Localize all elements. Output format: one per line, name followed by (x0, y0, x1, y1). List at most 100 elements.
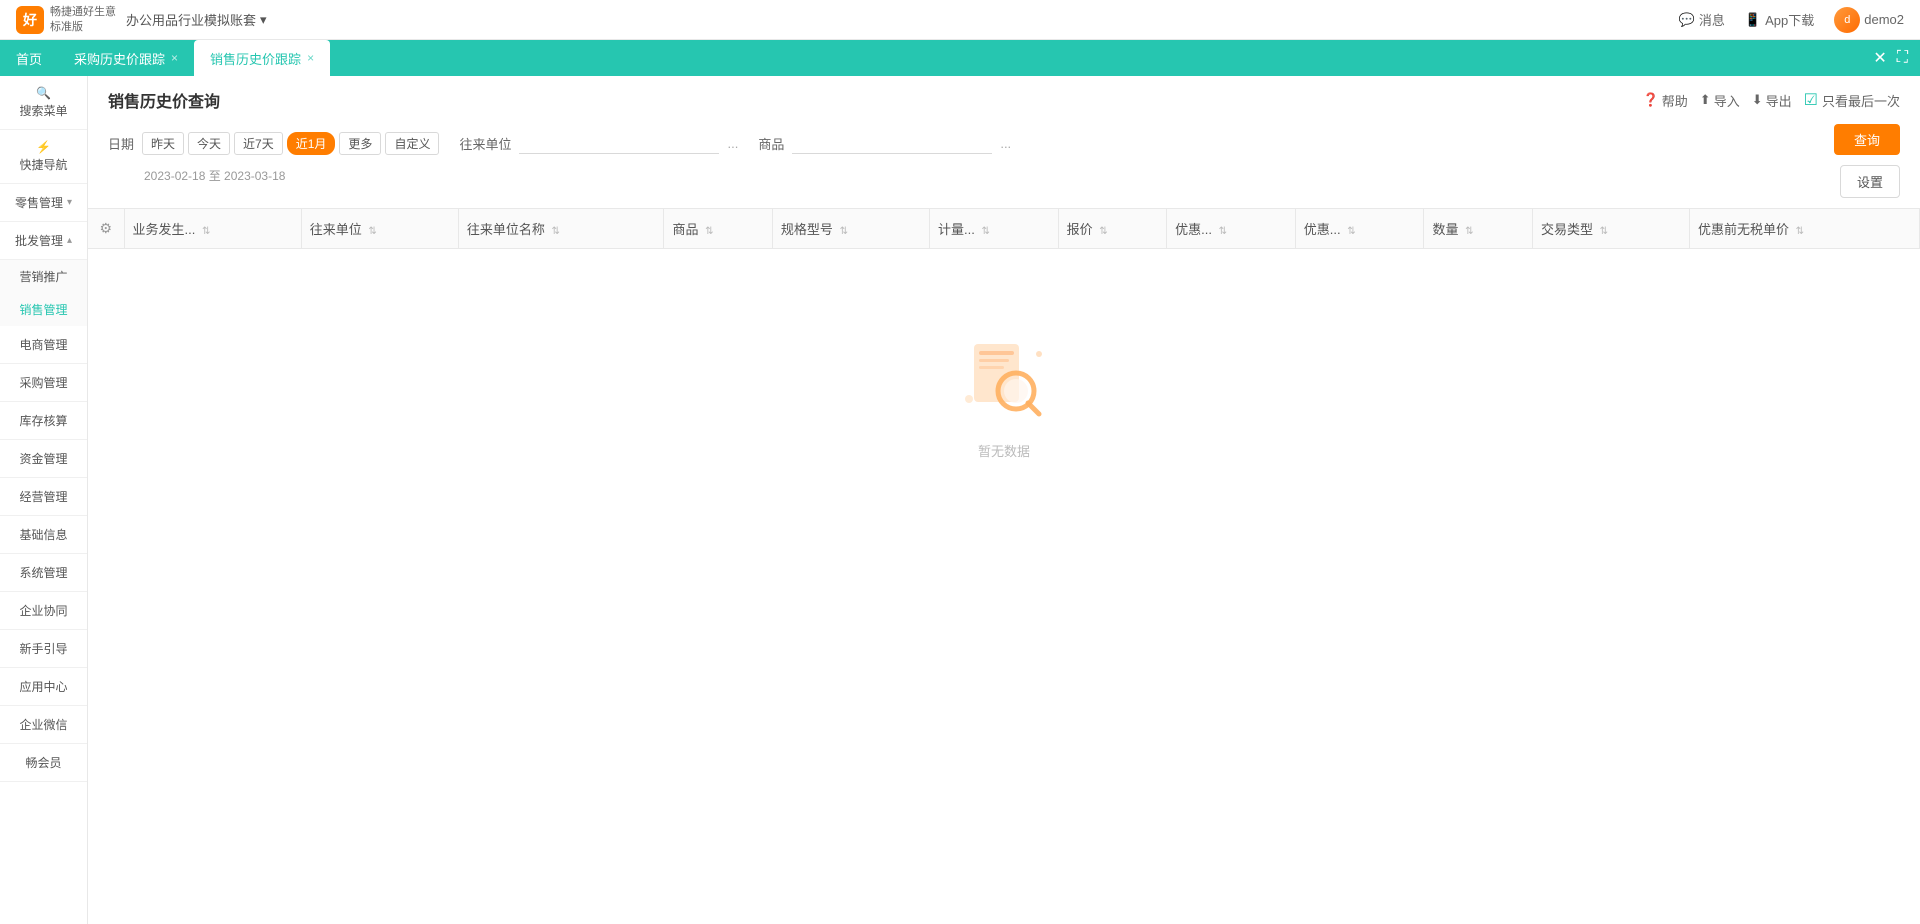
product-dots: ... (1000, 136, 1011, 151)
date-btn-last7[interactable]: 近7天 (234, 132, 283, 155)
filters-left: 日期 昨天 今天 近7天 近1月 更多 自定义 往来单位 (108, 124, 1011, 184)
product-filter-group: 商品 ... (758, 134, 1011, 154)
date-btn-today[interactable]: 今天 (188, 132, 230, 155)
tab-home[interactable]: 首页 (0, 40, 58, 76)
col-discount2: 优惠... ⇅ (1295, 209, 1424, 249)
sidebar-item-search[interactable]: 🔍 搜索菜单 (0, 76, 87, 130)
col-partner-code: 往来单位 ⇅ (301, 209, 458, 249)
sort-icon-discount2[interactable]: ⇅ (1347, 226, 1355, 237)
sidebar-item-operations[interactable]: 经营管理 (0, 478, 87, 516)
date-btn-last1m[interactable]: 近1月 (287, 132, 336, 155)
partner-dots: ... (727, 136, 738, 151)
table-header-row: ⚙ 业务发生... ⇅ 往来单位 ⇅ 往来单位名称 ⇅ (88, 209, 1920, 249)
col-trade-type: 交易类型 ⇅ (1532, 209, 1689, 249)
sidebar-item-inventory[interactable]: 库存核算 (0, 402, 87, 440)
partner-label: 往来单位 (459, 134, 511, 153)
sidebar-item-wechat[interactable]: 企业微信 (0, 706, 87, 744)
message-btn[interactable]: 💬 消息 (1679, 10, 1725, 29)
sidebar-item-finance[interactable]: 资金管理 (0, 440, 87, 478)
tab-sales-history[interactable]: 销售历史价跟踪 × (194, 40, 330, 76)
sidebar-item-ecommerce[interactable]: 电商管理 (0, 326, 87, 364)
filter-row-date: 日期 昨天 今天 近7天 近1月 更多 自定义 往来单位 (108, 124, 1011, 163)
only-last-toggle[interactable]: ☑ 只看最后一次 (1804, 90, 1900, 110)
chevron-down-icon: ▾ (260, 12, 267, 28)
date-btn-custom[interactable]: 自定义 (385, 132, 439, 155)
sort-icon-unit[interactable]: ⇅ (981, 226, 989, 237)
sort-icon-partner-code[interactable]: ⇅ (368, 226, 376, 237)
tab-close-purchase[interactable]: × (171, 51, 178, 65)
tab-purchase-history[interactable]: 采购历史价跟踪 × (58, 40, 194, 76)
col-product: 商品 ⇅ (664, 209, 772, 249)
page-title: 销售历史价查询 (108, 88, 220, 112)
sidebar-item-appstore[interactable]: 应用中心 (0, 668, 87, 706)
export-btn[interactable]: ⬇ 导出 (1752, 91, 1792, 110)
sort-icon-biz-date[interactable]: ⇅ (202, 226, 210, 237)
date-range-text: 2023-02-18 至 2023-03-18 (144, 169, 285, 183)
help-btn[interactable]: ❓ 帮助 (1643, 91, 1688, 110)
empty-text: 暂无数据 (978, 441, 1030, 460)
page-title-row: 销售历史价查询 ❓ 帮助 ⬆ 导入 ⬇ 导出 ☑ (108, 88, 1900, 112)
col-partner-name: 往来单位名称 ⇅ (458, 209, 664, 249)
sort-icon-quote[interactable]: ⇅ (1099, 226, 1107, 237)
product-input[interactable] (792, 134, 992, 154)
user-menu[interactable]: d demo2 (1834, 7, 1904, 33)
sort-icon-product[interactable]: ⇅ (705, 226, 713, 237)
tab-expand-icon[interactable]: ⛶ (1897, 49, 1908, 67)
date-filter-group: 日期 昨天 今天 近7天 近1月 更多 自定义 (108, 132, 439, 155)
top-bar: 好 畅捷通好生意 标准版 办公用品行业模拟账套 ▾ 💬 消息 📱 App下载 d… (0, 0, 1920, 40)
top-bar-right: 💬 消息 📱 App下载 d demo2 (1679, 7, 1904, 33)
filter-row-container: 日期 昨天 今天 近7天 近1月 更多 自定义 往来单位 (108, 124, 1900, 208)
sort-icon-discount1[interactable]: ⇅ (1219, 226, 1227, 237)
top-bar-left: 好 畅捷通好生意 标准版 办公用品行业模拟账套 ▾ (16, 5, 267, 34)
app-download-btn[interactable]: 📱 App下载 (1745, 10, 1814, 29)
sort-icon-quantity[interactable]: ⇅ (1465, 226, 1473, 237)
partner-filter-group: 往来单位 ... (459, 134, 738, 154)
col-pretax-price: 优惠前无税单价 ⇅ (1689, 209, 1919, 249)
sidebar-item-shortcuts[interactable]: ⚡ 快捷导航 (0, 130, 87, 184)
date-btn-more[interactable]: 更多 (339, 132, 381, 155)
partner-input[interactable] (519, 134, 719, 154)
product-label: 商品 (758, 134, 784, 153)
table-settings-icon[interactable]: ⚙ (99, 220, 112, 236)
sort-icon-partner-name[interactable]: ⇅ (551, 226, 559, 237)
col-quantity: 数量 ⇅ (1424, 209, 1532, 249)
settings-button[interactable]: 设置 (1840, 165, 1900, 198)
sidebar-item-purchase[interactable]: 采购管理 (0, 364, 87, 402)
col-discount1: 优惠... ⇅ (1167, 209, 1296, 249)
logo-area: 好 畅捷通好生意 标准版 (16, 5, 116, 34)
tab-close-all-icon[interactable]: ✕ (1873, 48, 1886, 68)
filter-btn-col: 查询 设置 (1834, 124, 1900, 198)
sidebar-item-system[interactable]: 系统管理 (0, 554, 87, 592)
main-layout: 🔍 搜索菜单 ⚡ 快捷导航 零售管理 ▾ 批发管理 ▴ 营销推广 销售管理 电商… (0, 76, 1920, 924)
chevron-up-icon: ▴ (67, 235, 72, 246)
sidebar-item-marketing[interactable]: 营销推广 (0, 260, 87, 293)
content-area: 销售历史价查询 ❓ 帮助 ⬆ 导入 ⬇ 导出 ☑ (88, 76, 1920, 924)
col-biz-date: 业务发生... ⇅ (124, 209, 301, 249)
download-icon: 📱 (1745, 12, 1761, 28)
message-icon: 💬 (1679, 12, 1695, 28)
query-button[interactable]: 查询 (1834, 124, 1900, 155)
app-selector[interactable]: 办公用品行业模拟账套 ▾ (126, 10, 267, 29)
sidebar-item-wholesale[interactable]: 批发管理 ▴ (0, 222, 87, 260)
import-btn[interactable]: ⬆ 导入 (1700, 91, 1740, 110)
sort-icon-spec[interactable]: ⇅ (840, 226, 848, 237)
sidebar-item-basic[interactable]: 基础信息 (0, 516, 87, 554)
col-unit: 计量... ⇅ (929, 209, 1058, 249)
sidebar-item-newbie[interactable]: 新手引导 (0, 630, 87, 668)
date-btn-yesterday[interactable]: 昨天 (142, 132, 184, 155)
tab-close-sales[interactable]: × (307, 51, 314, 65)
data-table: ⚙ 业务发生... ⇅ 往来单位 ⇅ 往来单位名称 ⇅ (88, 209, 1920, 249)
sidebar-item-sales-mgmt[interactable]: 销售管理 (0, 293, 87, 326)
date-buttons: 昨天 今天 近7天 近1月 更多 自定义 (142, 132, 439, 155)
chevron-down-icon: ▾ (67, 197, 72, 208)
sidebar-item-retail[interactable]: 零售管理 ▾ (0, 184, 87, 222)
sidebar-item-member[interactable]: 畅会员 (0, 744, 87, 782)
empty-icon (954, 329, 1054, 429)
sidebar-item-enterprise[interactable]: 企业协同 (0, 592, 87, 630)
page-actions: ❓ 帮助 ⬆ 导入 ⬇ 导出 ☑ 只看最后一次 (1643, 90, 1900, 110)
sort-icon-pretax-price[interactable]: ⇅ (1796, 226, 1804, 237)
sort-icon-trade-type[interactable]: ⇅ (1600, 226, 1608, 237)
search-icon: 🔍 (36, 86, 51, 100)
tab-bar-actions: ✕ ⛶ (1873, 40, 1920, 76)
table-container: ⚙ 业务发生... ⇅ 往来单位 ⇅ 往来单位名称 ⇅ (88, 209, 1920, 924)
